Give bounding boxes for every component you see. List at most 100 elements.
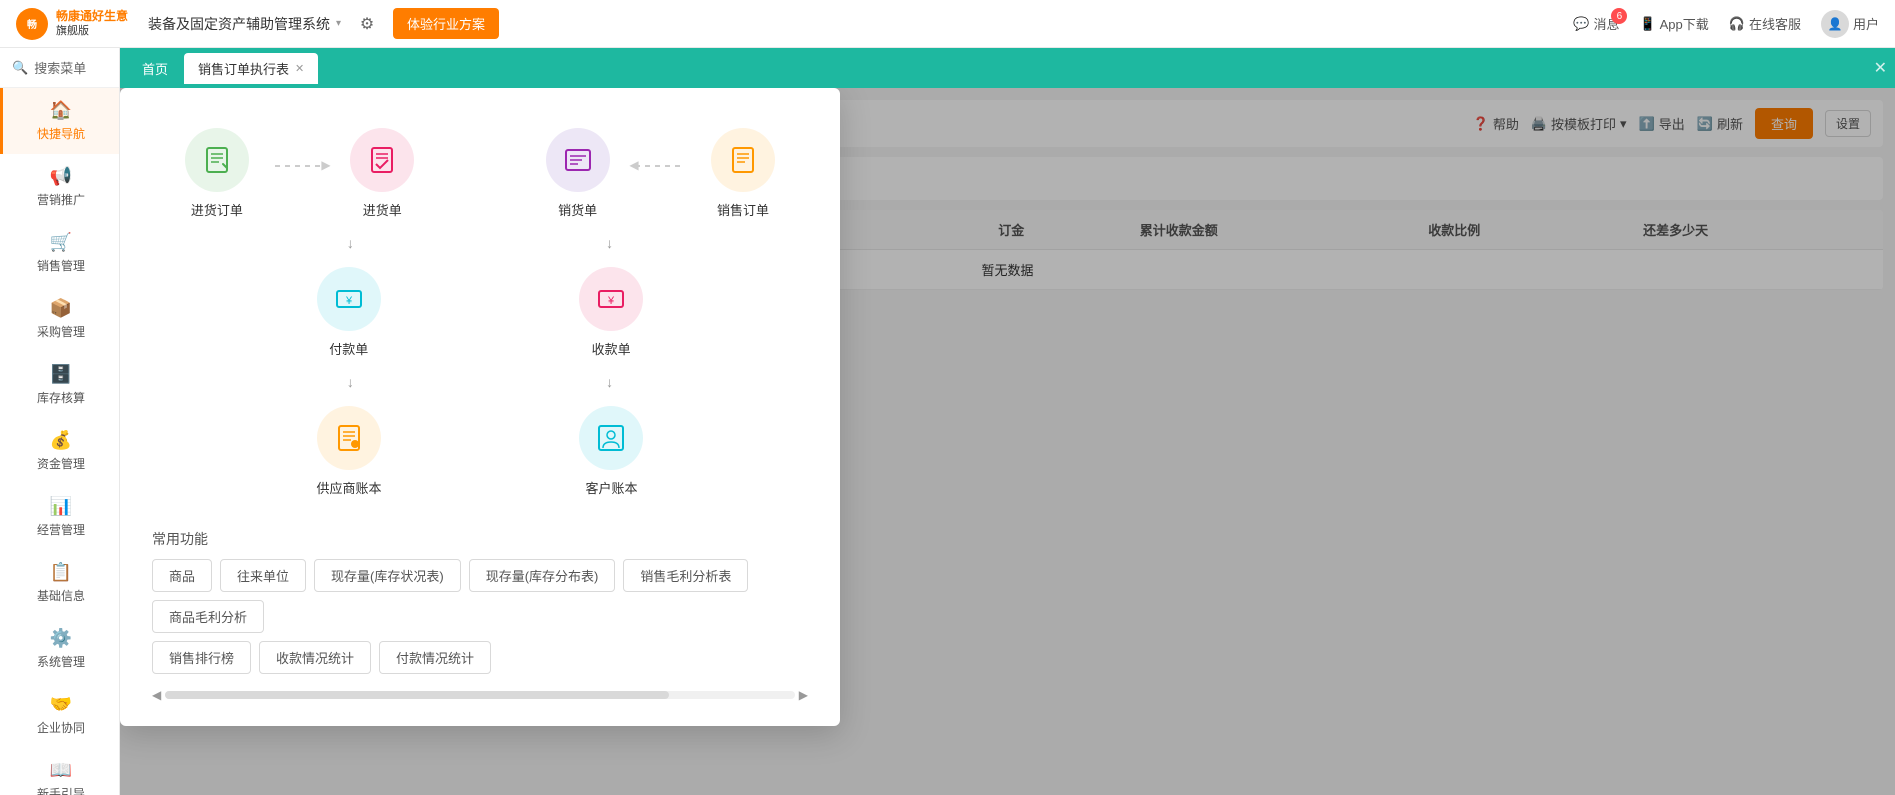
tab-bar: 首页 销售订单执行表 ✕ ✕: [120, 48, 1895, 88]
app-download-label: App下载: [1660, 14, 1709, 33]
online-service-button[interactable]: 🎧 在线客服: [1729, 14, 1801, 33]
common-title: 常用功能: [152, 529, 808, 549]
arrow-down-rec: ↓: [578, 374, 642, 390]
tab-sales-order-exec[interactable]: 销售订单执行表 ✕: [184, 53, 318, 84]
receipt-label: 收款单: [592, 339, 631, 358]
app-download-icon: 📱: [1639, 16, 1655, 32]
spacer2: [440, 235, 520, 251]
top-header: 畅 畅康通好生意 旗舰版 装备及固定资产辅助管理系统 ▾ ⚙ 体验行业方案 💬 …: [0, 0, 1895, 48]
flow-item-purchase-order[interactable]: 进货订单: [177, 112, 257, 235]
sidebar-item-label-operations: 经营管理: [37, 521, 85, 538]
svg-text:¥: ¥: [607, 295, 615, 307]
sidebar-item-marketing[interactable]: 📢 营销推广: [0, 154, 119, 220]
sidebar-item-basic-info[interactable]: 📋 基础信息: [0, 550, 119, 616]
sidebar-item-quick-nav[interactable]: 🏠 快捷导航: [0, 88, 119, 154]
scroll-thumb[interactable]: [165, 691, 669, 699]
cooperation-icon: 🤝: [50, 694, 72, 715]
settings-icon[interactable]: ⚙: [353, 10, 381, 38]
logo-icon: 畅: [16, 8, 48, 40]
close-all-tabs-icon[interactable]: ✕: [1874, 58, 1887, 78]
popup-overlay[interactable]: 进货订单 ▶: [120, 88, 1895, 795]
sidebar-item-finance[interactable]: 💰 资金管理: [0, 418, 119, 484]
message-badge: 6: [1611, 8, 1627, 24]
main-layout: 🔍 搜索菜单 🏠 快捷导航 📢 营销推广 🛒 销售管理 📦 采购管理 🗄️ 库存…: [0, 48, 1895, 795]
logo-line1: 畅康通好生意: [56, 9, 128, 25]
sidebar-item-cooperation[interactable]: 🤝 企业协同: [0, 682, 119, 748]
func-btn-payment-stats[interactable]: 付款情况统计: [379, 641, 491, 674]
flow-item-supplier-ledger[interactable]: 供应商账本: [308, 390, 389, 513]
sidebar-item-label-marketing: 营销推广: [37, 191, 85, 208]
flow-item-sales-bill[interactable]: 销货单: [538, 112, 618, 235]
system-icon: ⚙️: [50, 628, 72, 649]
app-download-button[interactable]: 📱 App下载: [1639, 14, 1708, 33]
func-btn-receipt-stats[interactable]: 收款情况统计: [259, 641, 371, 674]
guide-icon: 📖: [50, 760, 72, 781]
func-btn-stock-dist[interactable]: 现存量(库存分布表): [469, 559, 616, 592]
func-btn-product[interactable]: 商品: [152, 559, 212, 592]
sidebar-item-label-finance: 资金管理: [37, 455, 85, 472]
online-service-icon: 🎧: [1729, 16, 1745, 32]
customer-ledger-circle: [579, 406, 643, 470]
system-title: 装备及固定资产辅助管理系统 ▾: [148, 14, 341, 34]
user-button[interactable]: 👤 用户: [1821, 10, 1879, 38]
sidebar-item-label-basic-info: 基础信息: [37, 587, 85, 604]
customer-ledger-label: 客户账本: [585, 478, 637, 497]
experience-button[interactable]: 体验行业方案: [393, 8, 499, 39]
sidebar-item-purchase[interactable]: 📦 采购管理: [0, 286, 119, 352]
tab-home[interactable]: 首页: [128, 53, 182, 84]
search-menu-label: 搜索菜单: [34, 58, 86, 77]
system-dropdown-icon[interactable]: ▾: [336, 18, 341, 29]
sidebar-item-operations[interactable]: 📊 经营管理: [0, 484, 119, 550]
flow-item-customer-ledger[interactable]: 客户账本: [571, 390, 651, 513]
system-title-text: 装备及固定资产辅助管理系统: [148, 14, 330, 34]
search-menu[interactable]: 🔍 搜索菜单: [0, 48, 119, 88]
sales-order-circle: [711, 128, 775, 192]
func-btn-product-profit[interactable]: 商品毛利分析: [152, 600, 264, 633]
func-btn-partner[interactable]: 往来单位: [220, 559, 306, 592]
sidebar-item-guide[interactable]: 📖 新手引导: [0, 748, 119, 795]
func-buttons-row2: 销售排行榜 收款情况统计 付款情况统计: [152, 641, 808, 674]
sidebar-item-label-guide: 新手引导: [37, 785, 85, 795]
sidebar-item-label-quick-nav: 快捷导航: [37, 125, 85, 142]
spacer6: [197, 374, 261, 390]
popup-scrollbar: ◀ ▶: [152, 688, 808, 702]
purchase-bill-circle: [350, 128, 414, 192]
scroll-track: [165, 691, 795, 699]
func-btn-stock-status[interactable]: 现存量(库存状况表): [314, 559, 461, 592]
sidebar-item-sales[interactable]: 🛒 销售管理: [0, 220, 119, 286]
sidebar-item-label-inventory: 库存核算: [37, 389, 85, 406]
arrow-down-pb: ↓: [318, 235, 382, 251]
svg-text:¥: ¥: [345, 295, 353, 307]
sales-bill-label: 销货单: [558, 200, 597, 219]
logo-text: 畅康通好生意 旗舰版: [56, 9, 128, 39]
sidebar-item-system[interactable]: ⚙️ 系统管理: [0, 616, 119, 682]
spacer8: [699, 374, 763, 390]
flow-item-purchase-bill[interactable]: 进货单: [342, 112, 422, 235]
flow-item-payment[interactable]: ¥ 付款单: [309, 251, 389, 374]
supplier-ledger-label: 供应商账本: [316, 478, 381, 497]
flow-item-receipt[interactable]: ¥ 收款单: [571, 251, 651, 374]
scroll-left-arrow[interactable]: ◀: [152, 688, 161, 702]
user-label: 用户: [1853, 14, 1879, 33]
message-button[interactable]: 💬 消息 6: [1573, 14, 1619, 33]
common-functions: 常用功能 商品 往来单位 现存量(库存状况表) 现存量(库存分布表) 销售毛利分…: [152, 529, 808, 674]
search-icon: 🔍: [12, 60, 28, 76]
func-btn-sales-rank[interactable]: 销售排行榜: [152, 641, 251, 674]
payment-label: 付款单: [329, 339, 368, 358]
payment-circle: ¥: [317, 267, 381, 331]
func-buttons: 商品 往来单位 现存量(库存状况表) 现存量(库存分布表) 销售毛利分析表 商品…: [152, 559, 808, 633]
sidebar-item-label-system: 系统管理: [37, 653, 85, 670]
message-icon: 💬: [1573, 16, 1589, 32]
sales-order-exec-label: 销售订单执行表: [198, 59, 289, 78]
purchase-order-label: 进货订单: [191, 200, 243, 219]
sales-icon: 🛒: [50, 232, 72, 253]
sidebar-item-inventory[interactable]: 🗄️ 库存核算: [0, 352, 119, 418]
func-btn-sales-profit[interactable]: 销售毛利分析表: [623, 559, 748, 592]
flow-item-sales-order[interactable]: 销售订单: [703, 112, 783, 235]
svg-text:畅: 畅: [27, 18, 37, 31]
home-tab-label: 首页: [142, 59, 168, 78]
scroll-right-arrow[interactable]: ▶: [799, 688, 808, 702]
tab-close-icon[interactable]: ✕: [295, 62, 304, 75]
sidebar-item-label-sales: 销售管理: [37, 257, 85, 274]
finance-icon: 💰: [50, 430, 72, 451]
